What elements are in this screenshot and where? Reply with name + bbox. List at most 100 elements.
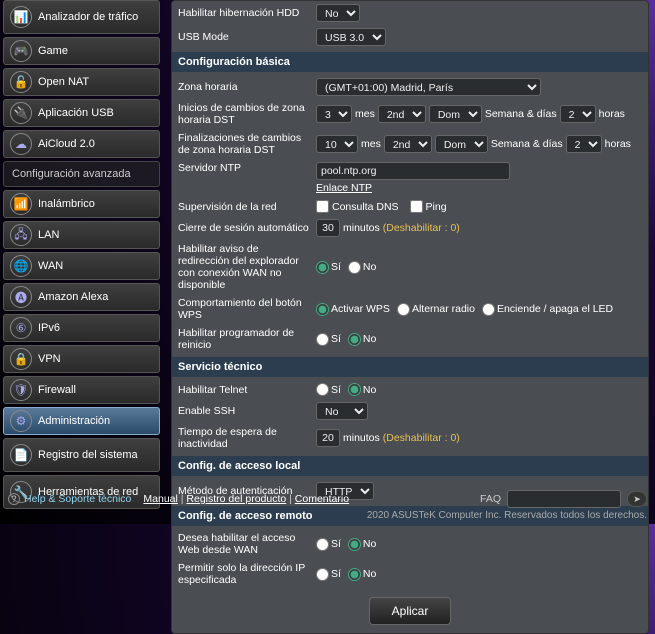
- sidebar-item-ipv6[interactable]: ⑥IPv6: [3, 314, 160, 342]
- wifi-icon: 📶: [10, 193, 32, 215]
- shield-icon: 🛡: [10, 379, 32, 401]
- radio-label: Sí: [331, 384, 341, 396]
- radio-label: Sí: [331, 538, 341, 550]
- hint: (Deshabilitar : 0): [383, 432, 460, 444]
- timezone-select[interactable]: (GMT+01:00) Madrid, París: [316, 78, 541, 96]
- wps-activate[interactable]: [316, 303, 329, 316]
- wps-led[interactable]: [482, 303, 495, 316]
- sidebar-item-label: Inalámbrico: [38, 198, 95, 210]
- log-icon: 📄: [10, 444, 32, 466]
- wan-redirect-yes[interactable]: [316, 261, 329, 274]
- help-support-link[interactable]: Help & Soporte técnico: [24, 494, 131, 505]
- sidebar-item-syslog[interactable]: 📄 Registro del sistema: [3, 438, 160, 472]
- sidebar-section-advanced: Configuración avanzada: [3, 161, 160, 187]
- unit: minutos: [343, 222, 380, 234]
- dst-start-week[interactable]: 2nd: [378, 105, 426, 123]
- sidebar-item-wan[interactable]: 🌐WAN: [3, 252, 160, 280]
- unit: Semana & días: [485, 108, 557, 120]
- label: Servidor NTP: [178, 162, 316, 174]
- ssh-select[interactable]: No: [316, 402, 368, 420]
- sidebar-item-label: WAN: [38, 260, 63, 272]
- search-button[interactable]: ➤: [627, 491, 647, 507]
- row-auto-logout: Cierre de sesión automático minutos (Des…: [175, 216, 645, 240]
- label: Cierre de sesión automático: [178, 222, 316, 234]
- ipv6-icon: ⑥: [10, 317, 32, 339]
- sidebar-item-usbapp[interactable]: 🔌Aplicación USB: [3, 99, 160, 127]
- row-timezone: Zona horaria (GMT+01:00) Madrid, París: [175, 75, 645, 99]
- auto-logout-input[interactable]: [316, 219, 340, 237]
- dst-start-month[interactable]: 3: [316, 105, 352, 123]
- faq-link[interactable]: FAQ: [480, 493, 501, 505]
- sidebar-item-label: Amazon Alexa: [38, 291, 108, 303]
- row-usb-mode: USB Mode USB 3.0: [175, 25, 645, 49]
- checkbox-label: Consulta DNS: [332, 201, 399, 213]
- sidebar-item-wireless[interactable]: 📶 Inalámbrico: [3, 190, 160, 218]
- sidebar-item-label: Administración: [38, 415, 110, 427]
- row-ip-only: Permitir solo la dirección IP especifica…: [175, 559, 645, 589]
- dst-end-hour[interactable]: 2: [566, 135, 602, 153]
- usb-mode-select[interactable]: USB 3.0: [316, 28, 386, 46]
- sidebar-item-lan[interactable]: 🖧LAN: [3, 221, 160, 249]
- usb-icon: 🔌: [10, 102, 32, 124]
- reboot-yes[interactable]: [316, 333, 329, 346]
- wps-toggle-radio[interactable]: [397, 303, 410, 316]
- product-registration-link[interactable]: Registro del producto: [186, 493, 286, 505]
- label: Supervisión de la red: [178, 201, 316, 213]
- sidebar-item-label: AiCloud 2.0: [38, 138, 95, 150]
- sidebar: 📊Analizador de tráfico 🎮Game 🔓Open NAT 🔌…: [0, 0, 163, 500]
- row-network-monitoring: Supervisión de la red Consulta DNS Ping: [175, 197, 645, 216]
- sidebar-item-administration[interactable]: ⚙Administración: [3, 407, 160, 435]
- ntp-link[interactable]: Enlace NTP: [316, 182, 372, 194]
- telnet-yes[interactable]: [316, 383, 329, 396]
- wan-redirect-no[interactable]: [348, 261, 361, 274]
- hdd-hibernation-select[interactable]: No: [316, 4, 360, 22]
- cloud-icon: ☁: [10, 133, 32, 155]
- label: Habilitar Telnet: [178, 384, 316, 396]
- comment-link[interactable]: Comentario: [295, 493, 349, 505]
- sidebar-item-game[interactable]: 🎮Game: [3, 37, 160, 65]
- telnet-no[interactable]: [348, 383, 361, 396]
- search-input[interactable]: [507, 490, 621, 508]
- row-enable-telnet: Habilitar Telnet Sí No: [175, 380, 645, 399]
- dst-end-week[interactable]: 2nd: [384, 135, 432, 153]
- alexa-icon: 🅐: [10, 286, 32, 308]
- ntp-server-input[interactable]: [316, 162, 510, 180]
- reboot-no[interactable]: [348, 333, 361, 346]
- sidebar-item-label: Registro del sistema: [38, 449, 138, 461]
- sidebar-item-opennat[interactable]: 🔓Open NAT: [3, 68, 160, 96]
- sidebar-item-alexa[interactable]: 🅐 Amazon Alexa: [3, 283, 160, 311]
- row-web-access-wan: Desea habilitar el acceso Web desde WAN …: [175, 529, 645, 559]
- dst-start-hour[interactable]: 2: [560, 105, 596, 123]
- radio-label: No: [363, 538, 376, 550]
- manual-link[interactable]: Manual: [143, 493, 177, 505]
- unit: minutos: [343, 432, 380, 444]
- sidebar-item-traffic[interactable]: 📊Analizador de tráfico: [3, 0, 160, 34]
- dns-query-checkbox[interactable]: [316, 200, 329, 213]
- game-icon: 🎮: [10, 40, 32, 62]
- label: Habilitar hibernación HDD: [178, 7, 316, 19]
- unit: horas: [599, 108, 625, 120]
- sidebar-item-firewall[interactable]: 🛡Firewall: [3, 376, 160, 404]
- ip-only-no[interactable]: [348, 568, 361, 581]
- sidebar-item-label: VPN: [38, 353, 61, 365]
- radio-label: Sí: [331, 333, 341, 345]
- ip-only-yes[interactable]: [316, 568, 329, 581]
- sidebar-item-aicloud[interactable]: ☁ AiCloud 2.0: [3, 130, 160, 158]
- sidebar-item-vpn[interactable]: 🔒VPN: [3, 345, 160, 373]
- unit: mes: [361, 138, 381, 150]
- row-wps-behavior: Comportamiento del botón WPS Activar WPS…: [175, 294, 645, 324]
- ping-checkbox[interactable]: [410, 200, 423, 213]
- radio-label: Enciende / apaga el LED: [497, 303, 613, 315]
- dst-end-month[interactable]: 10: [316, 135, 358, 153]
- dst-end-day[interactable]: Dom: [435, 135, 488, 153]
- apply-button[interactable]: Aplicar: [369, 597, 452, 625]
- web-wan-yes[interactable]: [316, 538, 329, 551]
- hint: (Deshabilitar : 0): [383, 222, 460, 234]
- dst-start-day[interactable]: Dom: [429, 105, 482, 123]
- row-hdd-hibernation: Habilitar hibernación HDD No: [175, 1, 645, 25]
- web-wan-no[interactable]: [348, 538, 361, 551]
- idle-timeout-input[interactable]: [316, 429, 340, 447]
- label: Tiempo de espera de inactividad: [178, 426, 316, 450]
- unit: Semana & días: [491, 138, 563, 150]
- section-basic-config: Configuración básica: [172, 52, 648, 72]
